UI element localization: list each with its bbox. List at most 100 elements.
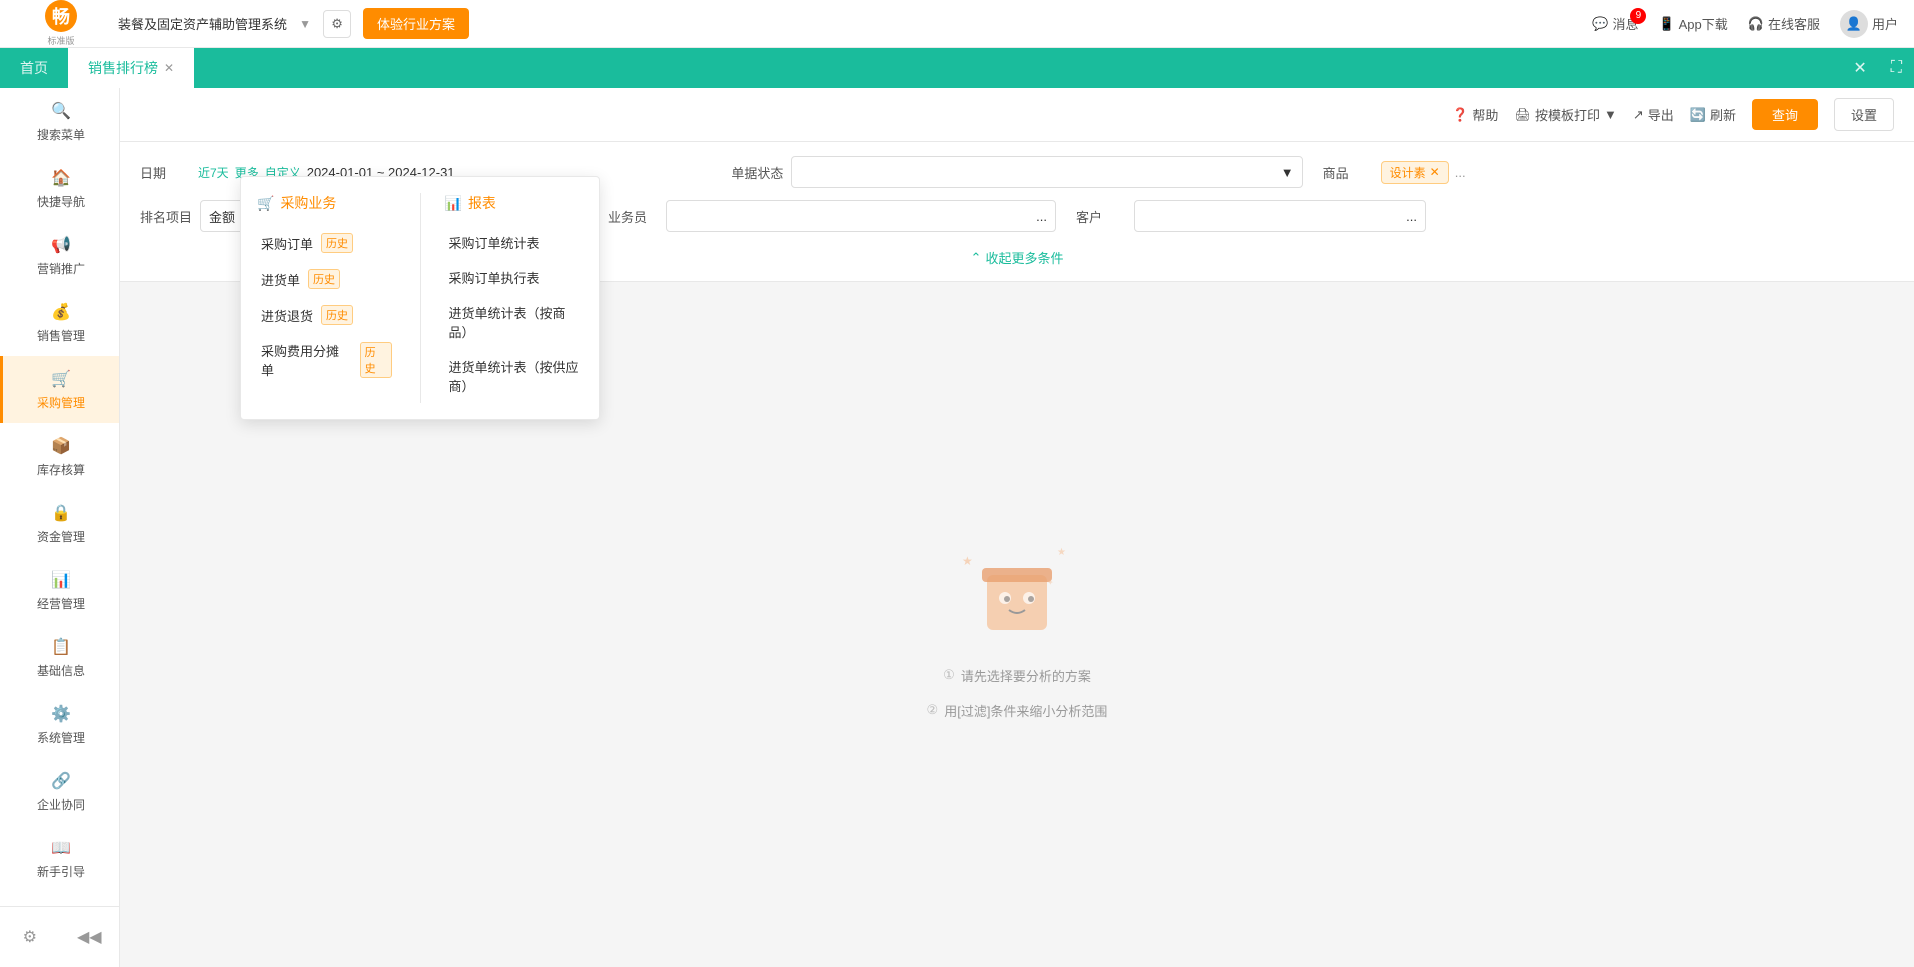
print-dropdown-icon: ▼ [1604, 107, 1617, 122]
sidebar-label-basic-info: 基础信息 [37, 662, 85, 679]
sidebar-item-inventory[interactable]: 📦 库存核算 [0, 423, 119, 490]
tabbar: 首页 销售排行榜 ✕ ✕ ⛶ [0, 48, 1914, 88]
sidebar-item-guide[interactable]: 📖 新手引导 [0, 825, 119, 892]
empty-hint-1: ① 请先选择要分析的方案 [943, 666, 1091, 685]
sidebar-collapse-btn[interactable]: ◀◀ [71, 919, 107, 955]
headset-icon: 🎧 [1748, 16, 1764, 32]
print-btn[interactable]: 🖨 按模板打印 ▼ [1514, 105, 1616, 124]
purchase-col-title: 🛒 采购业务 [257, 193, 396, 213]
sidebar-label-search: 搜索菜单 [37, 126, 85, 143]
customer-label: 客户 [1076, 207, 1126, 226]
purchase-col: 🛒 采购业务 采购订单 历史 进货单 历史 进货退货 历史 采购费用分摊单 [257, 193, 396, 403]
order-exec-label: 采购订单执行表 [449, 268, 540, 287]
menu-item-purchase-order[interactable]: 采购订单 历史 [257, 225, 396, 261]
phone-icon: 📱 [1658, 16, 1674, 32]
tab-home[interactable]: 首页 [0, 48, 68, 88]
online-service-btn[interactable]: 🎧 在线客服 [1748, 14, 1820, 33]
sidebar-item-operations[interactable]: 📊 经营管理 [0, 557, 119, 624]
rank-item-label: 排名项目 [140, 207, 192, 226]
filter-salesperson: 业务员 ... [608, 200, 1056, 232]
sidebar-bottom: ⚙ ◀◀ [0, 906, 119, 967]
customer-select[interactable]: ... [1134, 200, 1426, 232]
export-icon: ↗ [1633, 107, 1644, 123]
sidebar-settings-btn[interactable]: ⚙ [12, 919, 48, 955]
sidebar-label-inventory: 库存核算 [37, 461, 85, 478]
industry-btn[interactable]: 体验行业方案 [363, 8, 469, 39]
sidebar-item-sales[interactable]: 💰 销售管理 [0, 289, 119, 356]
salesperson-label: 业务员 [608, 207, 658, 226]
app-download-btn[interactable]: 📱 App下载 [1658, 14, 1727, 33]
sidebar-label-quick-nav: 快捷导航 [37, 193, 85, 210]
return-label: 进货退货 [261, 306, 313, 325]
tab-sales-rank[interactable]: 销售排行榜 ✕ [68, 48, 194, 88]
help-btn[interactable]: ❓ 帮助 [1452, 105, 1498, 124]
sidebar-label-operations: 经营管理 [37, 595, 85, 612]
empty-hint-2: ② 用[过滤]条件来缩小分析范围 [927, 701, 1108, 720]
sidebar-item-search[interactable]: 🔍 搜索菜单 [0, 88, 119, 155]
salesperson-select[interactable]: ... [666, 200, 1056, 232]
goods-tag-close[interactable]: ✕ [1430, 165, 1440, 179]
sidebar-label-guide: 新手引导 [37, 863, 85, 880]
notification-btn[interactable]: 💬 消息 9 [1592, 14, 1638, 33]
menu-item-inbound[interactable]: 进货单 历史 [257, 261, 396, 297]
sidebar-item-purchase[interactable]: 🛒 采购管理 [0, 356, 119, 423]
report-col-title-text: 报表 [468, 193, 496, 213]
goods-tag-text: 设计素 [1390, 164, 1426, 181]
sidebar-label-purchase: 采购管理 [37, 394, 85, 411]
menu-item-order-stats[interactable]: 采购订单统计表 [445, 225, 584, 260]
notification-count: 9 [1630, 8, 1646, 24]
salesperson-dots: ... [1036, 209, 1047, 224]
user-label: 用户 [1872, 14, 1898, 33]
tab-close-icon[interactable]: ✕ [164, 61, 174, 75]
sidebar-label-finance: 资金管理 [37, 528, 85, 545]
sidebar-item-system[interactable]: ⚙️ 系统管理 [0, 691, 119, 758]
menu-item-inbound-stats-goods[interactable]: 进货单统计表（按商品） [445, 295, 584, 349]
voucher-status-select[interactable]: ▼ [791, 156, 1302, 188]
help-label: 帮助 [1472, 105, 1498, 124]
refresh-label: 刷新 [1710, 105, 1736, 124]
sidebar-item-quick-nav[interactable]: 🏠 快捷导航 [0, 155, 119, 222]
preset-7days-btn[interactable]: 近7天 [198, 164, 229, 181]
filter-goods: 商品 设计素 ✕ ... [1323, 161, 1894, 184]
avatar-icon: 👤 [1846, 16, 1862, 32]
menu-item-inbound-stats-supplier[interactable]: 进货单统计表（按供应商） [445, 349, 584, 403]
enterprise-icon: 🔗 [50, 770, 72, 792]
refresh-icon: 🔄 [1690, 107, 1706, 123]
sidebar-label-sales: 销售管理 [37, 327, 85, 344]
close-all-tabs-icon[interactable]: ✕ [1841, 58, 1878, 78]
system-title-dropdown[interactable]: ▼ [295, 14, 315, 34]
report-col: 📊 报表 采购订单统计表 采购订单执行表 进货单统计表（按商品） 进货单统计表（… [445, 193, 584, 403]
collapse-filter-btn[interactable]: ⌃ 收起更多条件 [971, 248, 1064, 267]
sidebar-item-marketing[interactable]: 📢 营销推广 [0, 222, 119, 289]
date-label: 日期 [140, 163, 190, 182]
menu-item-expense[interactable]: 采购费用分摊单 历史 [257, 333, 396, 387]
inbound-label: 进货单 [261, 270, 300, 289]
sales-icon: 💰 [50, 301, 72, 323]
menu-item-order-exec[interactable]: 采购订单执行表 [445, 260, 584, 295]
topbar: 畅 标准版 装餐及固定资产辅助管理系统 ▼ ⚙ 体验行业方案 💬 消息 9 📱 … [0, 0, 1914, 48]
query-btn[interactable]: 查询 [1752, 99, 1818, 130]
customer-dots: ... [1406, 209, 1417, 224]
chevron-down-icon: ▼ [1281, 165, 1294, 180]
settings-btn[interactable]: 设置 [1834, 98, 1894, 131]
user-btn[interactable]: 👤 用户 [1840, 10, 1898, 38]
sidebar-item-enterprise[interactable]: 🔗 企业协同 [0, 758, 119, 825]
filter-voucher-status: 单据状态 ▼ [731, 156, 1302, 188]
empty-illustration: ★ ★ ✦ [957, 530, 1077, 650]
settings-icon[interactable]: ⚙ [323, 10, 351, 38]
purchase-order-label: 采购订单 [261, 234, 313, 253]
empty-text-1: 请先选择要分析的方案 [961, 666, 1091, 685]
sidebar-item-finance[interactable]: 🔒 资金管理 [0, 490, 119, 557]
guide-icon: 📖 [50, 837, 72, 859]
export-btn[interactable]: ↗ 导出 [1633, 105, 1674, 124]
export-label: 导出 [1648, 105, 1674, 124]
sidebar: 🔍 搜索菜单 🏠 快捷导航 📢 营销推广 💰 销售管理 🛒 采购管理 📦 库存核… [0, 88, 120, 967]
sidebar-label-marketing: 营销推广 [37, 260, 85, 277]
refresh-btn[interactable]: 🔄 刷新 [1690, 105, 1736, 124]
sidebar-item-basic-info[interactable]: 📋 基础信息 [0, 624, 119, 691]
avatar: 👤 [1840, 10, 1868, 38]
voucher-status-label: 单据状态 [731, 163, 783, 182]
menu-item-return[interactable]: 进货退货 历史 [257, 297, 396, 333]
goods-tag[interactable]: 设计素 ✕ [1381, 161, 1449, 184]
expand-icon[interactable]: ⛶ [1879, 59, 1914, 77]
